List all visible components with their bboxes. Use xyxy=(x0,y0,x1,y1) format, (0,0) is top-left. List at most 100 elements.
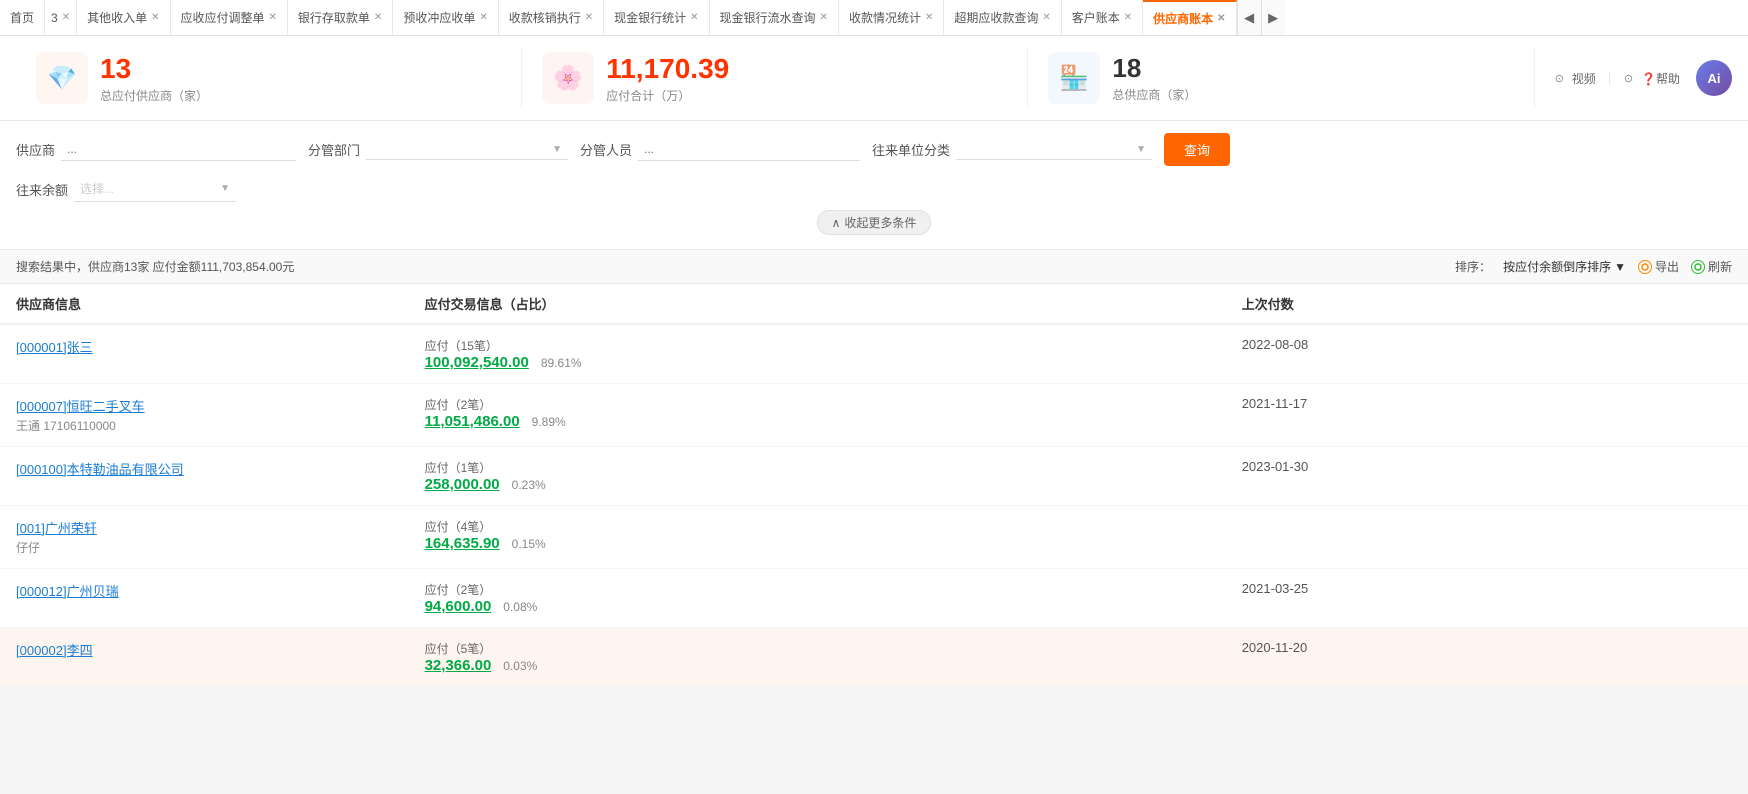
balance-label: 往来余额 xyxy=(16,180,68,199)
table-row: [000001]张三 应付（15笔） 100,092,540.00 89.61%… xyxy=(0,325,1748,384)
nav-tab-other-income-label: 其他收入单 xyxy=(87,9,147,26)
top-nav: 首页 3 ✕ 其他收入单 ✕ 应收应付调整单 ✕ 银行存取款单 ✕ 预收冲应收单… xyxy=(0,0,1748,36)
nav-tab-advance-close[interactable]: ✕ xyxy=(479,12,487,23)
nav-tab-3[interactable]: 3 ✕ xyxy=(45,0,77,35)
refresh-label: 刷新 xyxy=(1708,258,1732,275)
nav-tab-adjustment-label: 应收应付调整单 xyxy=(181,9,265,26)
help-link[interactable]: ❓帮助 xyxy=(1641,70,1680,87)
nav-tab-supplier-ledger-label: 供应商账本 xyxy=(1153,10,1213,27)
trans-row-1: 11,051,486.00 9.89% xyxy=(425,413,1242,430)
stat-card-payable-total: 🌸 11,170.39 应付合计（万） xyxy=(522,48,1028,108)
nav-tab-cashbank-stats[interactable]: 现金银行统计 ✕ xyxy=(604,0,709,35)
export-button[interactable]: 导出 xyxy=(1638,258,1679,275)
supplier-info-2: [000100]本特勒油品有限公司 xyxy=(16,459,425,480)
nav-tab-cashbank-flow-close[interactable]: ✕ xyxy=(820,12,828,23)
refresh-icon xyxy=(1691,260,1705,274)
supplier-label: 供应商 xyxy=(16,140,55,159)
filter-supplier: 供应商 xyxy=(16,138,296,161)
payable-suppliers-label: 总应付供应商（家） xyxy=(100,87,208,104)
supplier-link-3[interactable]: [001]广州荣轩 xyxy=(16,521,97,536)
nav-tab-collection-close[interactable]: ✕ xyxy=(585,12,593,23)
nav-tab-bank-deposit-label: 银行存取款单 xyxy=(298,9,370,26)
nav-tab-customer-ledger-label: 客户账本 xyxy=(1072,9,1120,26)
nav-tab-cashbank-flow[interactable]: 现金银行流水查询 ✕ xyxy=(710,0,839,35)
trans-amount-3[interactable]: 164,635.90 xyxy=(425,535,500,552)
supplier-link-5[interactable]: [000002]李四 xyxy=(16,643,93,658)
col-trans-info: 应付交易信息（占比） xyxy=(425,294,1242,313)
nav-tab-supplier-ledger-close[interactable]: ✕ xyxy=(1217,13,1225,24)
person-input[interactable] xyxy=(638,138,860,161)
person-label: 分管人员 xyxy=(580,140,632,159)
collapse-icon: ∧ xyxy=(832,216,841,230)
supplier-link-2[interactable]: [000100]本特勒油品有限公司 xyxy=(16,462,184,477)
nav-tab-other-income[interactable]: 其他收入单 ✕ xyxy=(77,0,170,35)
supplier-link-0[interactable]: [000001]张三 xyxy=(16,340,93,355)
stat-card-payable-suppliers: 💎 13 总应付供应商（家） xyxy=(16,48,522,108)
nav-tab-overdue[interactable]: 超期应收款查询 ✕ xyxy=(944,0,1061,35)
video-link[interactable]: 视频 xyxy=(1572,70,1596,87)
sort-select[interactable]: 按应付余额倒序排序 ▼ xyxy=(1503,258,1626,275)
trans-amount-2[interactable]: 258,000.00 xyxy=(425,476,500,493)
trans-amount-4[interactable]: 94,600.00 xyxy=(425,598,492,615)
filter-dept: 分管部门 ▼ xyxy=(308,140,568,160)
dept-chevron-icon: ▼ xyxy=(552,144,562,155)
nav-tab-supplier-ledger[interactable]: 供应商账本 ✕ xyxy=(1143,0,1236,35)
payable-total-icon: 🌸 xyxy=(542,52,594,104)
trans-amount-5[interactable]: 32,366.00 xyxy=(425,657,492,674)
nav-tab-adjustment-close[interactable]: ✕ xyxy=(269,12,277,23)
nav-tab-collection-label: 收款核销执行 xyxy=(509,9,581,26)
refresh-button[interactable]: 刷新 xyxy=(1691,258,1732,275)
trans-amount-0[interactable]: 100,092,540.00 xyxy=(425,354,529,371)
nav-tab-3-close[interactable]: ✕ xyxy=(62,12,70,23)
ai-button-label: Ai xyxy=(1707,71,1720,86)
stat-card-total-suppliers: 🏪 18 总供应商（家） xyxy=(1028,48,1534,108)
trans-amount-1[interactable]: 11,051,486.00 xyxy=(425,413,520,430)
trans-row-3: 164,635.90 0.15% xyxy=(425,535,1242,552)
supplier-info-0: [000001]张三 xyxy=(16,337,425,358)
category-select[interactable]: ▼ xyxy=(956,140,1152,160)
nav-prev-arrow[interactable]: ◀ xyxy=(1237,0,1261,35)
nav-tab-adjustment[interactable]: 应收应付调整单 ✕ xyxy=(171,0,288,35)
nav-tab-cashbank-stats-close[interactable]: ✕ xyxy=(690,12,698,23)
nav-tab-cashbank-flow-label: 现金银行流水查询 xyxy=(720,9,816,26)
nav-tab-collection-stats-close[interactable]: ✕ xyxy=(925,12,933,23)
trans-pct-1: 9.89% xyxy=(532,415,566,429)
nav-tab-overdue-close[interactable]: ✕ xyxy=(1042,12,1050,23)
main-table: 供应商信息 应付交易信息（占比） 上次付数 [000001]张三 应付（15笔）… xyxy=(0,284,1748,687)
nav-tab-home[interactable]: 首页 xyxy=(0,0,45,35)
trans-pct-3: 0.15% xyxy=(512,537,546,551)
dept-select[interactable]: ▼ xyxy=(366,140,568,160)
supplier-contact-3: 仔仔 xyxy=(16,539,425,556)
supplier-input[interactable] xyxy=(61,138,296,161)
trans-label-2: 应付（1笔） xyxy=(425,459,1242,476)
table-row: [001]广州荣轩 仔仔 应付（4笔） 164,635.90 0.15% xyxy=(0,506,1748,569)
trans-pct-5: 0.03% xyxy=(503,659,537,673)
query-button[interactable]: 查询 xyxy=(1164,133,1230,166)
collapse-button[interactable]: ∧ 收起更多条件 xyxy=(817,210,932,235)
trans-info-3: 应付（4笔） 164,635.90 0.15% xyxy=(425,518,1242,552)
payable-total-number: 11,170.39 xyxy=(606,53,729,85)
balance-select[interactable]: 选择... ▼ xyxy=(74,176,236,202)
nav-tab-customer-ledger[interactable]: 客户账本 ✕ xyxy=(1062,0,1143,35)
supplier-contact-1: 王通 17106110000 xyxy=(16,417,425,434)
supplier-link-1[interactable]: [000007]恒旺二手叉车 xyxy=(16,399,145,414)
nav-tab-bank-deposit-close[interactable]: ✕ xyxy=(374,12,382,23)
nav-tab-advance[interactable]: 预收冲应收单 ✕ xyxy=(393,0,498,35)
nav-next-arrow[interactable]: ▶ xyxy=(1261,0,1285,35)
nav-tab-bank-deposit[interactable]: 银行存取款单 ✕ xyxy=(288,0,393,35)
nav-tab-other-income-close[interactable]: ✕ xyxy=(151,12,159,23)
dept-label: 分管部门 xyxy=(308,140,360,159)
last-payment-1: 2021-11-17 xyxy=(1242,396,1732,411)
nav-tab-collection[interactable]: 收款核销执行 ✕ xyxy=(499,0,604,35)
stats-bar: 💎 13 总应付供应商（家） 🌸 11,170.39 应付合计（万） 🏪 18 … xyxy=(0,36,1748,121)
table-row: [000100]本特勒油品有限公司 应付（1笔） 258,000.00 0.23… xyxy=(0,447,1748,506)
trans-pct-0: 89.61% xyxy=(541,356,582,370)
nav-tab-customer-ledger-close[interactable]: ✕ xyxy=(1124,12,1132,23)
filter-category: 往来单位分类 ▼ xyxy=(872,140,1152,160)
supplier-link-4[interactable]: [000012]广州贝瑞 xyxy=(16,584,119,599)
ai-button[interactable]: Ai xyxy=(1696,60,1732,96)
table-row: [000012]广州贝瑞 应付（2笔） 94,600.00 0.08% 2021… xyxy=(0,569,1748,628)
sort-label: 排序： xyxy=(1455,258,1491,275)
trans-label-4: 应付（2笔） xyxy=(425,581,1242,598)
nav-tab-collection-stats[interactable]: 收款情况统计 ✕ xyxy=(839,0,944,35)
